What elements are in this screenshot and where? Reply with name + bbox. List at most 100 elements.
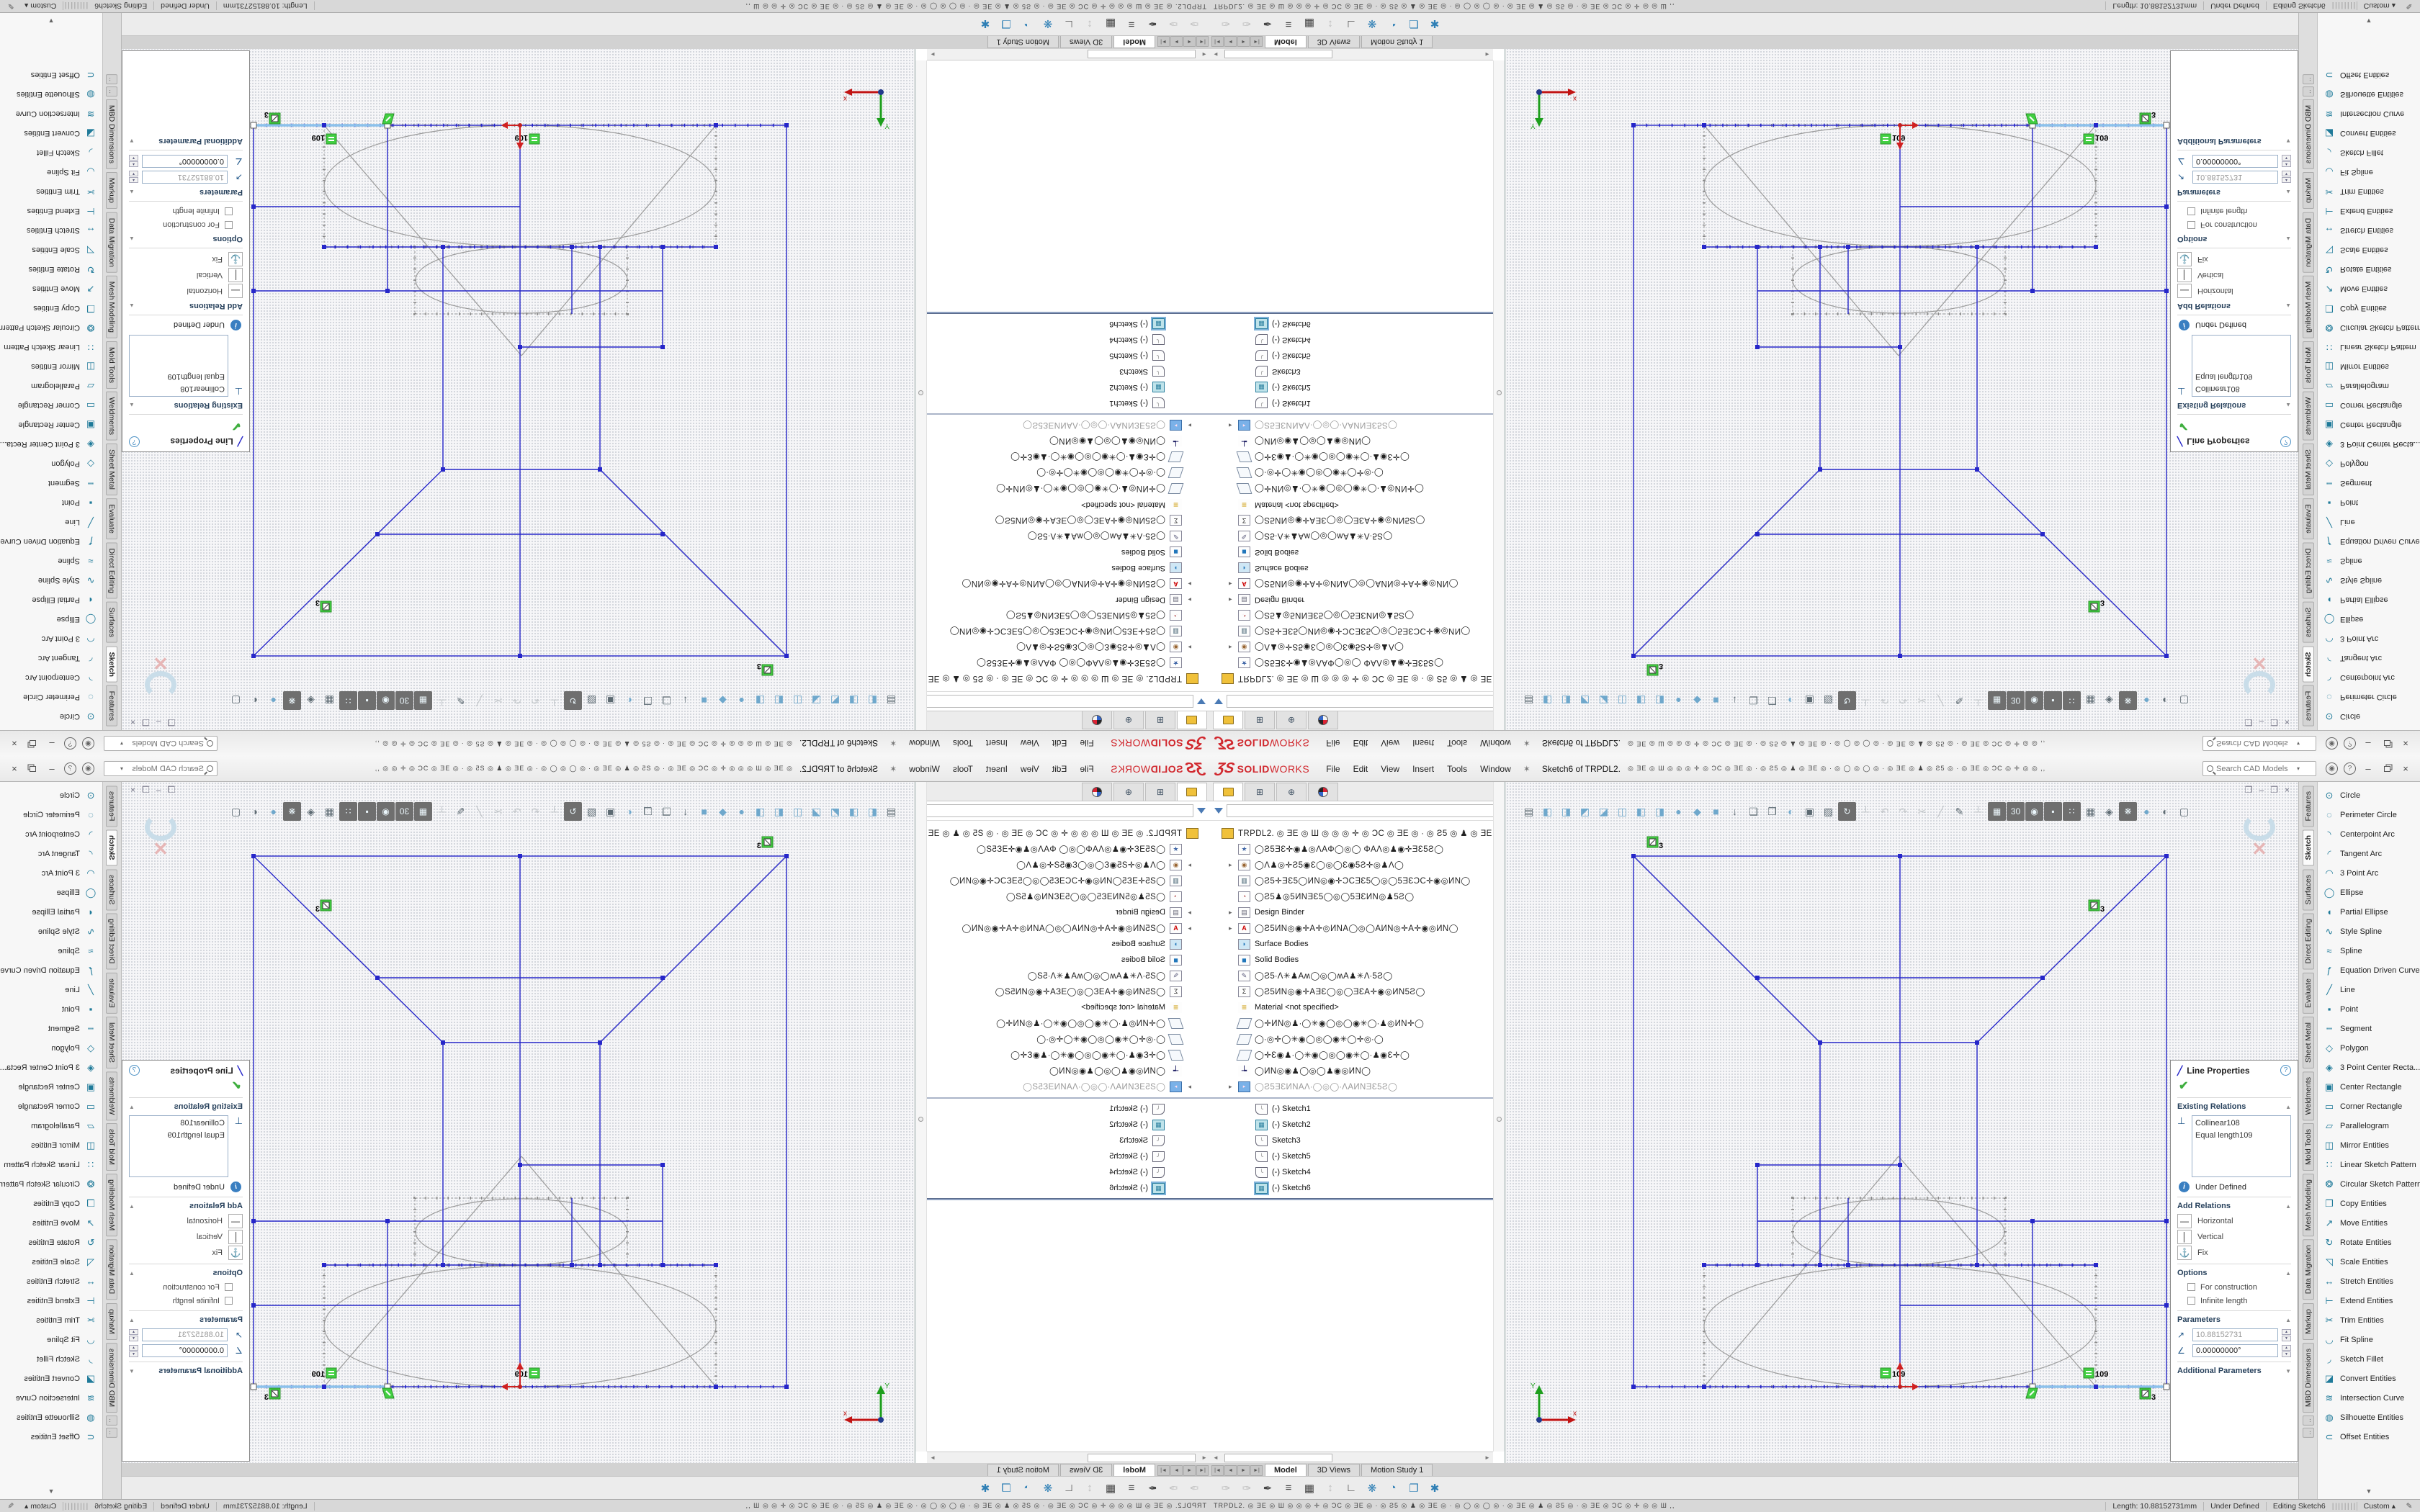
tool-item[interactable]: ↗Move Entities: [2318, 279, 2420, 299]
command-tab[interactable]: Data Migration: [107, 212, 118, 273]
add-relation-button[interactable]: │Vertical: [2177, 1229, 2291, 1245]
sketch-lines[interactable]: [254, 856, 786, 1387]
restore-button[interactable]: [24, 763, 42, 774]
tree-item[interactable]: (-) Sketch6: [1210, 316, 1493, 332]
tree-splitter[interactable]: [1210, 413, 1493, 415]
command-tab[interactable]: MBD Dimensions: [107, 1343, 118, 1413]
add-relation-button[interactable]: ⚓Fix: [129, 1245, 243, 1261]
expand-arrow-icon[interactable]: ▸: [1229, 580, 1238, 588]
command-tab[interactable]: Surfaces: [107, 869, 118, 910]
tree-item[interactable]: ◯∙◎✛◯✳◉◯◎◯◉✳◯✛◎∙◯: [927, 465, 1210, 481]
tool-item[interactable]: ┉Segment: [2318, 1019, 2420, 1038]
close-button[interactable]: ×: [2397, 738, 2414, 749]
scroll-left-icon[interactable]: ◄: [1210, 1454, 1222, 1461]
relation-entry[interactable]: Equal length109: [133, 1130, 225, 1142]
spin-down-icon[interactable]: ▼: [129, 171, 138, 177]
menu-item[interactable]: Tools: [1440, 739, 1474, 749]
relation-badge-equal[interactable]: 109: [515, 1368, 539, 1379]
lower-toolbar-icon[interactable]: ↕: [1322, 1480, 1339, 1497]
tree-item[interactable]: ◯Ƨ5ƎƐ✛◉♟◎ɅAΦ◯◎◯ ΦAɅ◎♟◉✛ƎƐ5Ƨ◯: [1210, 655, 1493, 671]
tool-item[interactable]: ↻Rotate Entities: [2318, 260, 2420, 279]
relation-badge-equal[interactable]: 109: [1881, 133, 1905, 144]
lower-toolbar-icon[interactable]: ✑: [1186, 16, 1203, 33]
expand-chevron-icon[interactable]: ▼: [129, 1368, 135, 1374]
relations-listbox[interactable]: Collinear108 Equal length109: [129, 335, 228, 397]
tree-splitter[interactable]: [1210, 1097, 1493, 1099]
relations-listbox[interactable]: Collinear108 Equal length109: [129, 1115, 228, 1177]
help-icon[interactable]: ?: [2280, 1065, 2291, 1076]
tree-item[interactable]: (-) Sketch2: [927, 1117, 1210, 1133]
tool-item[interactable]: ╱Line: [0, 513, 102, 532]
section-additional-parameters[interactable]: Additional Parameters▼: [2177, 134, 2291, 150]
command-tab[interactable]: Markup: [2303, 1303, 2314, 1340]
tab-nav-button[interactable]: |◄: [1211, 36, 1224, 47]
menu-item[interactable]: Tools: [946, 764, 980, 774]
user-account-icon[interactable]: ◉: [82, 762, 94, 775]
more-tools-chevron-icon[interactable]: ▼: [0, 1488, 102, 1495]
document-tab[interactable]: Motion Study 1: [1361, 36, 1433, 48]
status-custom-dropdown[interactable]: Custom ▴: [2357, 2, 2402, 11]
tree-item[interactable]: ◯∙◎✛◯✳◉◯◎◯◉✳◯✛◎∙◯: [927, 1031, 1210, 1047]
lower-toolbar-icon[interactable]: ✒: [1144, 16, 1161, 33]
section-parameters[interactable]: Parameters▲: [2177, 185, 2291, 202]
command-tab[interactable]: MBD Dimensions: [107, 99, 118, 169]
tab-dimxpertmanager[interactable]: [1308, 711, 1338, 729]
tool-item[interactable]: ▪Point: [2318, 493, 2420, 513]
tree-item[interactable]: (-) Sketch5: [927, 348, 1210, 364]
add-relation-button[interactable]: —Horizontal: [129, 1213, 243, 1229]
spin-up-icon[interactable]: ▲: [129, 1345, 138, 1351]
tree-item[interactable]: ▸◯Ƨ5ƎƐИNAΛ∙◯◎◯∙ΛAИNƎƐ5Ƨ◯: [927, 1079, 1210, 1094]
spin-down-icon[interactable]: ▼: [129, 156, 138, 161]
tool-item[interactable]: ↻Rotate Entities: [0, 260, 102, 279]
tool-item[interactable]: ≋Intersection Curve: [2318, 1388, 2420, 1408]
user-account-icon[interactable]: ◉: [2326, 762, 2338, 775]
tree-item[interactable]: ▸◯Ƨ5ИN◎◉✛A✛◎ИNA◯◎◯AИN◎✛A✛◉◎ИN◯: [927, 920, 1210, 936]
tree-item[interactable]: ◯✛Ɛ◉♟∙◯✳◉◯◎◯◉✳◯∙♟◉Ɛ✛◯: [1210, 449, 1493, 465]
tree-item[interactable]: Sketch3: [1210, 364, 1493, 379]
spin-up-icon[interactable]: ▲: [2282, 178, 2291, 184]
command-tab[interactable]: Features: [2303, 685, 2314, 726]
tree-horizontal-scrollbar[interactable]: ◄ ►: [1210, 49, 1493, 60]
add-relation-button[interactable]: ⚓Fix: [2177, 1245, 2291, 1261]
document-tab[interactable]: Model: [1265, 1464, 1307, 1476]
command-tab[interactable]: Data Migration: [2303, 212, 2314, 273]
tab-propertymanager[interactable]: ⊞: [1245, 783, 1275, 801]
command-tab[interactable]: Data Migration: [2303, 1239, 2314, 1300]
command-tab[interactable]: Sheet Metal: [107, 1017, 118, 1068]
lower-toolbar-icon[interactable]: ◔: [1018, 1480, 1036, 1497]
checkbox[interactable]: [225, 1297, 233, 1305]
expand-arrow-icon[interactable]: ▸: [1182, 580, 1191, 588]
splitter-handle[interactable]: [1497, 390, 1502, 395]
tab-nav-button[interactable]: ►: [1170, 36, 1183, 47]
tool-item[interactable]: ◇Polygon: [2318, 454, 2420, 474]
tab-nav-button[interactable]: ◄: [1183, 1465, 1196, 1476]
tool-item[interactable]: ⊂Offset Entities: [0, 66, 102, 85]
help-icon[interactable]: ?: [2280, 436, 2291, 447]
section-options[interactable]: Options▲: [2177, 1264, 2291, 1280]
relation-entry[interactable]: Collinear108: [133, 1117, 225, 1130]
document-tab[interactable]: Model: [1265, 36, 1307, 48]
relation-badge-collinear[interactable]: 3: [1647, 662, 1663, 675]
status-corner-icon[interactable]: ✎: [4, 1502, 18, 1511]
collapse-chevron-icon[interactable]: ▲: [2285, 402, 2291, 409]
tab-configurationmanager[interactable]: ⊕: [1113, 711, 1144, 729]
tool-item[interactable]: ◡Fit Spline: [0, 163, 102, 182]
section-add-relations[interactable]: Add Relations▲: [129, 299, 243, 315]
spinner[interactable]: ▲▼: [2282, 171, 2291, 184]
spinner[interactable]: ▲▼: [129, 171, 138, 184]
tree-item[interactable]: (-) Sketch6: [1210, 1180, 1493, 1196]
menu-item[interactable]: File: [1319, 739, 1346, 749]
tool-item[interactable]: ◪Convert Entities: [0, 124, 102, 143]
lower-toolbar-icon[interactable]: ✑: [1238, 1480, 1255, 1497]
tool-item[interactable]: ⊙Circle: [0, 786, 102, 805]
tree-item[interactable]: ▸◯Ƨ5ƎƐИNAΛ∙◯◎◯∙ΛAИNƎƐ5Ƨ◯: [1210, 418, 1493, 433]
add-relation-button[interactable]: —Horizontal: [129, 283, 243, 299]
lower-toolbar-icon[interactable]: ✑: [1217, 16, 1234, 33]
relations-listbox[interactable]: Collinear108 Equal length109: [2192, 335, 2291, 397]
tree-item[interactable]: Material <not specified>: [1210, 497, 1493, 513]
command-tab[interactable]: Evaluate: [2303, 498, 2314, 539]
tool-item[interactable]: ╱Line: [0, 980, 102, 999]
tool-item[interactable]: ◍Silhouette Entities: [0, 1408, 102, 1427]
collapse-chevron-icon[interactable]: ▲: [129, 1270, 135, 1277]
tree-item[interactable]: ◯ИN◎◉♟◯◎◯♟◉◎ИN◯: [927, 433, 1210, 449]
